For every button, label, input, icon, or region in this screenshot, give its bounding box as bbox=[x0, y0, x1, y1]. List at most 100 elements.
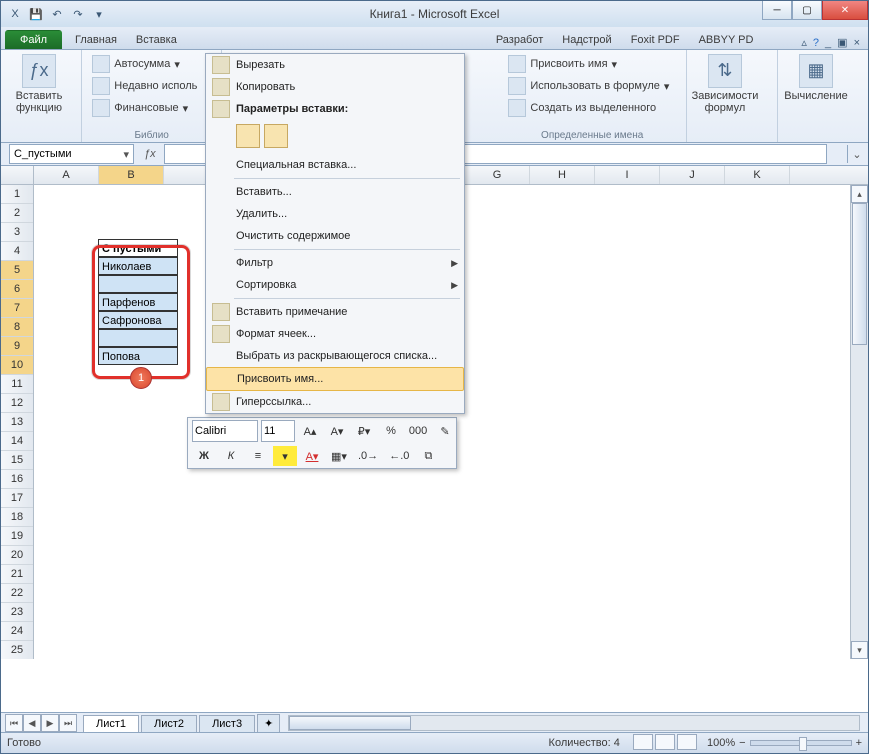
horizontal-scrollbar[interactable] bbox=[288, 715, 860, 731]
ctx-comment[interactable]: Вставить примечание bbox=[206, 301, 464, 323]
row-4[interactable]: 4 bbox=[1, 242, 33, 261]
cell-B9[interactable] bbox=[98, 329, 178, 347]
row-12[interactable]: 12 bbox=[1, 394, 33, 413]
decrease-decimal-button[interactable]: ←.0 bbox=[385, 446, 413, 466]
zoom-handle[interactable] bbox=[799, 737, 807, 751]
percent-button[interactable]: % bbox=[379, 421, 403, 441]
bold-button[interactable]: Ж bbox=[192, 446, 216, 466]
scroll-down-icon[interactable]: ▾ bbox=[851, 641, 868, 659]
tab-file[interactable]: Файл bbox=[5, 30, 62, 49]
row-25[interactable]: 25 bbox=[1, 641, 33, 659]
maximize-button[interactable]: ▢ bbox=[792, 1, 822, 20]
ctx-copy[interactable]: Копировать bbox=[206, 76, 464, 98]
comma-style-button[interactable]: 000 bbox=[406, 421, 430, 441]
first-sheet-icon[interactable]: ⏮ bbox=[5, 714, 23, 732]
row-21[interactable]: 21 bbox=[1, 565, 33, 584]
tab-home[interactable]: Главная bbox=[66, 30, 126, 49]
center-button[interactable]: ≡ bbox=[246, 446, 270, 466]
sheet-tab-2[interactable]: Лист2 bbox=[141, 715, 197, 732]
name-box[interactable]: С_пустыми ▾ bbox=[9, 144, 134, 164]
doc-close-icon[interactable]: × bbox=[854, 37, 860, 49]
italic-button[interactable]: К bbox=[219, 446, 243, 466]
autosum-button[interactable]: Автосумма ▾ bbox=[88, 54, 215, 74]
assign-name-button[interactable]: Присвоить имя ▾ bbox=[504, 54, 680, 74]
row-18[interactable]: 18 bbox=[1, 508, 33, 527]
qat-customize-icon[interactable]: ▾ bbox=[91, 6, 107, 22]
vertical-scrollbar[interactable]: ▴ ▾ bbox=[850, 185, 868, 659]
paste-option-2[interactable] bbox=[264, 124, 288, 148]
doc-restore-icon[interactable]: ▣ bbox=[837, 36, 847, 49]
formula-deps-button[interactable]: ⇅ Зависимости формул bbox=[693, 52, 757, 116]
zoom-level[interactable]: 100% bbox=[707, 737, 735, 749]
row-23[interactable]: 23 bbox=[1, 603, 33, 622]
col-J[interactable]: J bbox=[660, 166, 725, 184]
row-3[interactable]: 3 bbox=[1, 223, 33, 242]
col-K[interactable]: K bbox=[725, 166, 790, 184]
row-10[interactable]: 10 bbox=[1, 356, 33, 375]
cell-B6[interactable] bbox=[98, 275, 178, 293]
ctx-format-cells[interactable]: Формат ячеек... bbox=[206, 323, 464, 345]
use-in-formula-button[interactable]: Использовать в формуле ▾ bbox=[504, 76, 680, 96]
fill-color-button[interactable]: ▾ bbox=[273, 446, 297, 466]
row-19[interactable]: 19 bbox=[1, 527, 33, 546]
col-I[interactable]: I bbox=[595, 166, 660, 184]
normal-view-button[interactable] bbox=[633, 734, 653, 750]
borders-button[interactable]: ▦▾ bbox=[327, 446, 351, 466]
zoom-out-button[interactable]: − bbox=[739, 737, 745, 749]
ctx-dropdown-list[interactable]: Выбрать из раскрывающегося списка... bbox=[206, 345, 464, 367]
vscroll-thumb[interactable] bbox=[852, 203, 867, 345]
col-B[interactable]: B bbox=[99, 166, 164, 184]
row-16[interactable]: 16 bbox=[1, 470, 33, 489]
row-7[interactable]: 7 bbox=[1, 299, 33, 318]
last-sheet-icon[interactable]: ⏭ bbox=[59, 714, 77, 732]
tab-foxit[interactable]: Foxit PDF bbox=[622, 30, 689, 49]
redo-icon[interactable]: ↷ bbox=[70, 6, 86, 22]
page-layout-button[interactable] bbox=[655, 734, 675, 750]
next-sheet-icon[interactable]: ▶ bbox=[41, 714, 59, 732]
minimize-button[interactable]: ─ bbox=[762, 1, 792, 20]
select-all-corner[interactable] bbox=[1, 166, 34, 184]
cell-B10[interactable]: Попова bbox=[98, 347, 178, 365]
cell-B8[interactable]: Сафронова bbox=[98, 311, 178, 329]
cell-B7[interactable]: Парфенов bbox=[98, 293, 178, 311]
tab-abbyy[interactable]: ABBYY PD bbox=[690, 30, 763, 49]
sheet-tab-1[interactable]: Лист1 bbox=[83, 715, 139, 732]
row-1[interactable]: 1 bbox=[1, 185, 33, 204]
ctx-cut[interactable]: Вырезать bbox=[206, 54, 464, 76]
ctx-sort[interactable]: Сортировка▶ bbox=[206, 274, 464, 296]
row-11[interactable]: 11 bbox=[1, 375, 33, 394]
sheet-tab-3[interactable]: Лист3 bbox=[199, 715, 255, 732]
minimize-ribbon-icon[interactable]: ▵ bbox=[801, 36, 807, 49]
prev-sheet-icon[interactable]: ◀ bbox=[23, 714, 41, 732]
row-8[interactable]: 8 bbox=[1, 318, 33, 337]
col-H[interactable]: H bbox=[530, 166, 595, 184]
cell-B5[interactable]: Николаев bbox=[98, 257, 178, 275]
ctx-define-name[interactable]: Присвоить имя... bbox=[206, 367, 464, 391]
create-from-selection-button[interactable]: Создать из выделенного bbox=[504, 98, 680, 118]
cell-B4[interactable]: С пустыми bbox=[98, 239, 178, 257]
page-break-button[interactable] bbox=[677, 734, 697, 750]
row-13[interactable]: 13 bbox=[1, 413, 33, 432]
size-combo[interactable] bbox=[261, 420, 295, 442]
calculation-button[interactable]: ▦ Вычисление bbox=[784, 52, 848, 104]
help-icon[interactable]: ? bbox=[813, 37, 819, 49]
ctx-clear[interactable]: Очистить содержимое bbox=[206, 225, 464, 247]
shrink-font-button[interactable]: A▾ bbox=[325, 421, 349, 441]
insert-function-button[interactable]: ƒx Вставить функцию bbox=[7, 52, 71, 116]
format-painter-button[interactable]: ✎ bbox=[433, 421, 457, 441]
row-5[interactable]: 5 bbox=[1, 261, 33, 280]
tab-addins[interactable]: Надстрой bbox=[553, 30, 620, 49]
row-22[interactable]: 22 bbox=[1, 584, 33, 603]
row-15[interactable]: 15 bbox=[1, 451, 33, 470]
ctx-delete[interactable]: Удалить... bbox=[206, 203, 464, 225]
font-combo[interactable] bbox=[192, 420, 258, 442]
paste-option-1[interactable] bbox=[236, 124, 260, 148]
grow-font-button[interactable]: A▴ bbox=[298, 421, 322, 441]
undo-icon[interactable]: ↶ bbox=[49, 6, 65, 22]
expand-formula-icon[interactable]: ⌄ bbox=[847, 145, 866, 163]
row-20[interactable]: 20 bbox=[1, 546, 33, 565]
doc-minimize-icon[interactable]: _ bbox=[825, 37, 831, 49]
ctx-filter[interactable]: Фильтр▶ bbox=[206, 252, 464, 274]
row-2[interactable]: 2 bbox=[1, 204, 33, 223]
col-G[interactable]: G bbox=[465, 166, 530, 184]
